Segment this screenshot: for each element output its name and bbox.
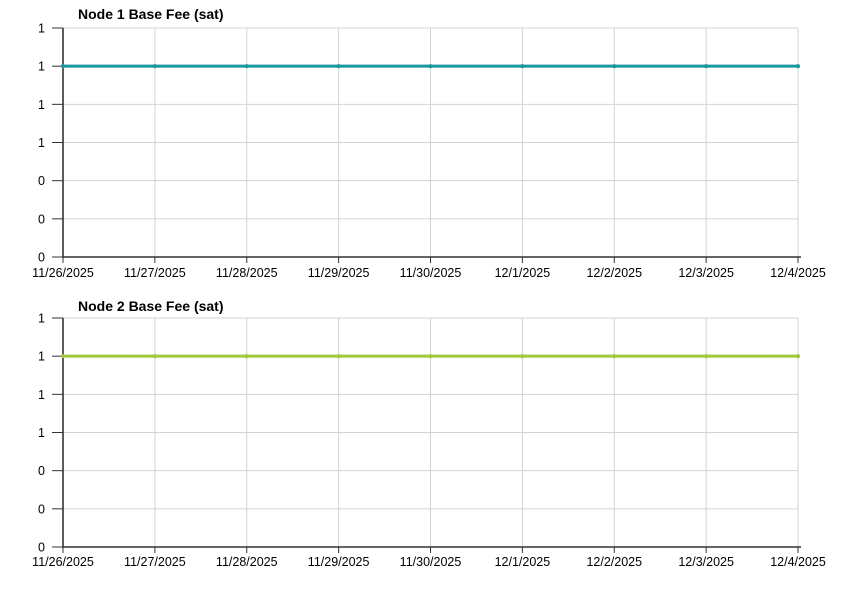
series-point-marker [612, 64, 617, 69]
y-tick-label: 0 [38, 464, 45, 478]
series-point-marker [152, 64, 157, 69]
y-tick-label: 0 [38, 174, 45, 188]
y-tick-label: 1 [38, 60, 45, 74]
series-point-marker [795, 354, 801, 359]
y-tick-label: 1 [38, 388, 45, 402]
series-point-marker [244, 354, 249, 359]
series-point-marker [520, 64, 525, 69]
y-tick-label: 0 [38, 212, 45, 226]
series-point-marker [336, 64, 341, 69]
x-tick-label: 12/4/2025 [770, 555, 826, 569]
x-tick-label: 12/1/2025 [495, 555, 551, 569]
x-tick-label: 11/26/2025 [32, 555, 94, 569]
series-point-marker [704, 354, 709, 359]
x-tick-label: 12/4/2025 [770, 266, 826, 280]
x-tick-label: 11/27/2025 [124, 555, 186, 569]
y-tick-label: 1 [38, 350, 45, 364]
x-tick-label: 11/29/2025 [308, 555, 370, 569]
series-point-marker [612, 354, 617, 359]
y-tick-label: 1 [38, 312, 45, 326]
series-point-marker [152, 354, 157, 359]
x-tick-label: 11/29/2025 [308, 266, 370, 280]
x-tick-label: 11/27/2025 [124, 266, 186, 280]
x-tick-label: 11/30/2025 [400, 555, 462, 569]
series-point-marker [60, 354, 66, 359]
x-tick-label: 11/28/2025 [216, 266, 278, 280]
x-tick-label: 12/2/2025 [586, 266, 642, 280]
y-tick-label: 0 [38, 541, 45, 555]
x-tick-label: 11/30/2025 [400, 266, 462, 280]
x-tick-label: 12/3/2025 [678, 266, 734, 280]
fee-charts-page: Node 1 Base Fee (sat) Node 2 Base Fee (s… [0, 0, 860, 600]
charts-canvas: 0 0 0 1 1 1 1 11/26/2025 11/27/2025 11/28/2025 11/… [32, 22, 826, 570]
x-tick-label: 12/2/2025 [586, 555, 642, 569]
chart-2-plot: 0 0 0 1 1 1 1 11/26/2025 11/27/2025 11/28/2025 11/… [32, 312, 826, 570]
series-point-marker [428, 354, 433, 359]
series-point-marker [520, 354, 525, 359]
y-tick-label: 1 [38, 136, 45, 150]
series-point-marker [336, 354, 341, 359]
x-tick-label: 12/1/2025 [495, 266, 551, 280]
series-point-marker [60, 64, 66, 69]
y-tick-label: 1 [38, 22, 45, 36]
y-tick-label: 1 [38, 426, 45, 440]
series-point-marker [244, 64, 249, 69]
y-tick-label: 0 [38, 251, 45, 265]
y-tick-label: 1 [38, 98, 45, 112]
series-point-marker [795, 64, 801, 69]
series-point-marker [428, 64, 433, 69]
x-tick-label: 12/3/2025 [678, 555, 734, 569]
x-tick-label: 11/28/2025 [216, 555, 278, 569]
y-tick-label: 0 [38, 502, 45, 516]
chart-1-plot: 0 0 0 1 1 1 1 11/26/2025 11/27/2025 11/28/2025 11/… [32, 22, 826, 281]
x-tick-label: 11/26/2025 [32, 266, 94, 280]
series-point-marker [704, 64, 709, 69]
